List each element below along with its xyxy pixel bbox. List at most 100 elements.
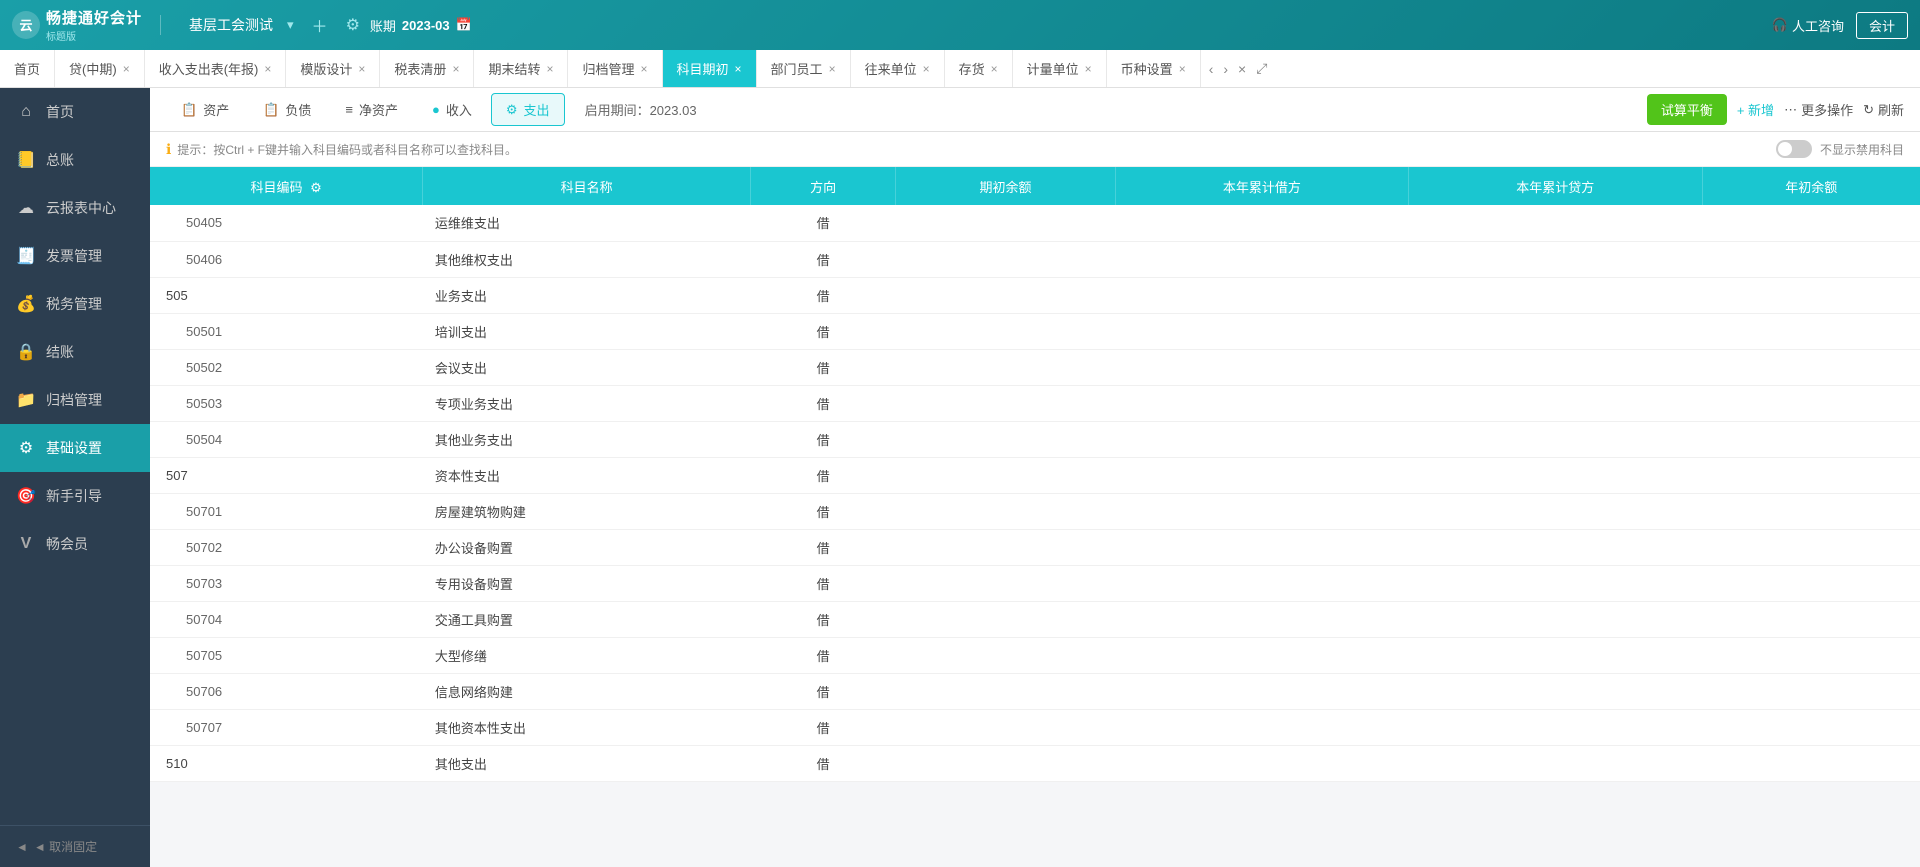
refresh-button[interactable]: ↻ 刷新 bbox=[1863, 100, 1904, 119]
sidebar-collapse-button[interactable]: ◄ ◄ 取消固定 bbox=[0, 825, 150, 867]
tab-currency-label: 币种设置 bbox=[1121, 59, 1173, 78]
toggle-switch[interactable] bbox=[1776, 140, 1812, 158]
dropdown-icon[interactable]: ▾ bbox=[287, 17, 294, 33]
table-row[interactable]: 50704交通工具购置借 bbox=[150, 601, 1920, 637]
tab-tax-close[interactable]: × bbox=[452, 63, 459, 75]
sub-tab-net-asset[interactable]: ≡ 净资产 bbox=[330, 93, 413, 126]
more-button[interactable]: ⋯ 更多操作 bbox=[1784, 100, 1853, 119]
sidebar-item-ledger[interactable]: 📒 总账 bbox=[0, 136, 150, 184]
sidebar-item-member[interactable]: V 畅会员 bbox=[0, 520, 150, 568]
table-row[interactable]: 50703专用设备购置借 bbox=[150, 565, 1920, 601]
sidebar-item-tax[interactable]: 💰 税务管理 bbox=[0, 280, 150, 328]
tab-income-report[interactable]: 收入支出表(年报) × bbox=[145, 50, 287, 87]
add-company-icon[interactable]: ＋ bbox=[312, 13, 328, 37]
sidebar-item-invoice[interactable]: 🧾 发票管理 bbox=[0, 232, 150, 280]
tab-close-all-icon[interactable]: × bbox=[1234, 59, 1250, 79]
col-settings-icon[interactable]: ⚙ bbox=[310, 180, 322, 196]
settings-icon[interactable]: ⚙ bbox=[346, 15, 360, 35]
cell-direction: 借 bbox=[750, 673, 895, 709]
table-row[interactable]: 50702办公设备购置借 bbox=[150, 529, 1920, 565]
tab-stock[interactable]: 存货 × bbox=[945, 50, 1013, 87]
table-row[interactable]: 50502会议支出借 bbox=[150, 349, 1920, 385]
cell-ytd-debit bbox=[1115, 601, 1408, 637]
tab-currency[interactable]: 币种设置 × bbox=[1107, 50, 1201, 87]
cell-direction: 借 bbox=[750, 205, 895, 241]
table-row[interactable]: 50406其他维权支出借 bbox=[150, 241, 1920, 277]
calendar-icon[interactable]: 📅 bbox=[456, 17, 472, 33]
sub-tab-expenditure-label: 支出 bbox=[524, 100, 550, 119]
tab-intermediate[interactable]: 贷(中期) × bbox=[55, 50, 145, 87]
table-row[interactable]: 505业务支出借 bbox=[150, 277, 1920, 313]
table-row[interactable]: 50701房屋建筑物购建借 bbox=[150, 493, 1920, 529]
table-row[interactable]: 50707其他资本性支出借 bbox=[150, 709, 1920, 745]
tab-bar: 首页 贷(中期) × 收入支出表(年报) × 模版设计 × 税表清册 × 期末结… bbox=[0, 50, 1920, 88]
tab-measure[interactable]: 计量单位 × bbox=[1013, 50, 1107, 87]
sub-tab-liability-label: 负债 bbox=[285, 100, 311, 119]
tab-period-end[interactable]: 期末结转 × bbox=[474, 50, 568, 87]
tab-template[interactable]: 模版设计 × bbox=[286, 50, 380, 87]
tab-home[interactable]: 首页 bbox=[0, 50, 55, 87]
table-row[interactable]: 50405运维维支出借 bbox=[150, 205, 1920, 241]
tab-stock-close[interactable]: × bbox=[991, 63, 998, 75]
tab-currency-close[interactable]: × bbox=[1179, 63, 1186, 75]
member-icon: V bbox=[16, 535, 36, 553]
kuaiji-button[interactable]: 会计 bbox=[1856, 12, 1908, 39]
tab-prev-icon[interactable]: ‹ bbox=[1205, 59, 1218, 79]
net-asset-icon: ≡ bbox=[345, 102, 353, 117]
sidebar-item-home[interactable]: ⌂ 首页 bbox=[0, 88, 150, 136]
tab-expand-icon[interactable]: ⤢ bbox=[1252, 58, 1271, 79]
cell-code: 50702 bbox=[150, 529, 423, 565]
tab-period-end-label: 期末结转 bbox=[488, 59, 540, 78]
tab-measure-close[interactable]: × bbox=[1085, 63, 1092, 75]
sidebar-item-close-account[interactable]: 🔒 结账 bbox=[0, 328, 150, 376]
tab-department-close[interactable]: × bbox=[829, 63, 836, 75]
add-button[interactable]: + 新增 bbox=[1737, 100, 1774, 119]
table-row[interactable]: 50504其他业务支出借 bbox=[150, 421, 1920, 457]
tab-intermediate-close[interactable]: × bbox=[123, 63, 130, 75]
sub-tab-liability[interactable]: 📋 负债 bbox=[248, 93, 326, 126]
tab-income-report-label: 收入支出表(年报) bbox=[159, 59, 259, 78]
table-row[interactable]: 50705大型修缮借 bbox=[150, 637, 1920, 673]
company-name: 基层工会测试 bbox=[189, 15, 273, 35]
tab-subject-period[interactable]: 科目期初 × bbox=[663, 50, 757, 87]
tab-template-close[interactable]: × bbox=[358, 63, 365, 75]
sidebar-item-cloud-report[interactable]: ☁ 云报表中心 bbox=[0, 184, 150, 232]
sidebar-item-guide[interactable]: 🎯 新手引导 bbox=[0, 472, 150, 520]
tab-department[interactable]: 部门员工 × bbox=[757, 50, 851, 87]
tab-archive-close[interactable]: × bbox=[641, 63, 648, 75]
table-row[interactable]: 50706信息网络购建借 bbox=[150, 673, 1920, 709]
tab-subject-period-close[interactable]: × bbox=[735, 63, 742, 75]
cell-direction: 借 bbox=[750, 709, 895, 745]
sub-tab-income[interactable]: ● 收入 bbox=[417, 93, 487, 126]
table-row[interactable]: 510其他支出借 bbox=[150, 745, 1920, 781]
tab-unit-close[interactable]: × bbox=[923, 63, 930, 75]
tab-archive[interactable]: 归档管理 × bbox=[568, 50, 662, 87]
cell-opening-balance bbox=[896, 277, 1115, 313]
calculate-button[interactable]: 试算平衡 bbox=[1647, 94, 1727, 125]
tab-next-icon[interactable]: › bbox=[1219, 59, 1232, 79]
svg-text:云: 云 bbox=[19, 18, 32, 33]
sub-tab-asset[interactable]: 📋 资产 bbox=[166, 93, 244, 126]
table-row[interactable]: 50503专项业务支出借 bbox=[150, 385, 1920, 421]
sidebar-member-label: 畅会员 bbox=[46, 534, 88, 554]
table-header-row: 科目编码 ⚙ 科目名称 方向 期初余额 本年累计借方 本年累计贷方 年初余额 bbox=[150, 167, 1920, 205]
cell-year-opening bbox=[1702, 241, 1920, 277]
table-container[interactable]: 科目编码 ⚙ 科目名称 方向 期初余额 本年累计借方 本年累计贷方 年初余额 5… bbox=[150, 167, 1920, 867]
ledger-icon: 📒 bbox=[16, 150, 36, 170]
table-row[interactable]: 507资本性支出借 bbox=[150, 457, 1920, 493]
tab-income-report-close[interactable]: × bbox=[264, 63, 271, 75]
cell-name: 会议支出 bbox=[423, 349, 751, 385]
tab-period-end-close[interactable]: × bbox=[546, 63, 553, 75]
table-row[interactable]: 50501培训支出借 bbox=[150, 313, 1920, 349]
sidebar-item-archive[interactable]: 📁 归档管理 bbox=[0, 376, 150, 424]
col-ytd-debit: 本年累计借方 bbox=[1115, 167, 1408, 205]
support-button[interactable]: 🎧 人工咨询 bbox=[1772, 16, 1844, 35]
sidebar-close-account-label: 结账 bbox=[46, 342, 74, 362]
tab-tax[interactable]: 税表清册 × bbox=[380, 50, 474, 87]
tab-unit[interactable]: 往来单位 × bbox=[851, 50, 945, 87]
cell-name: 培训支出 bbox=[423, 313, 751, 349]
cell-ytd-debit bbox=[1115, 277, 1408, 313]
sub-tab-expenditure[interactable]: ⚙ 支出 bbox=[491, 93, 565, 126]
sidebar-item-settings[interactable]: ⚙ 基础设置 bbox=[0, 424, 150, 472]
tax-icon: 💰 bbox=[16, 294, 36, 314]
